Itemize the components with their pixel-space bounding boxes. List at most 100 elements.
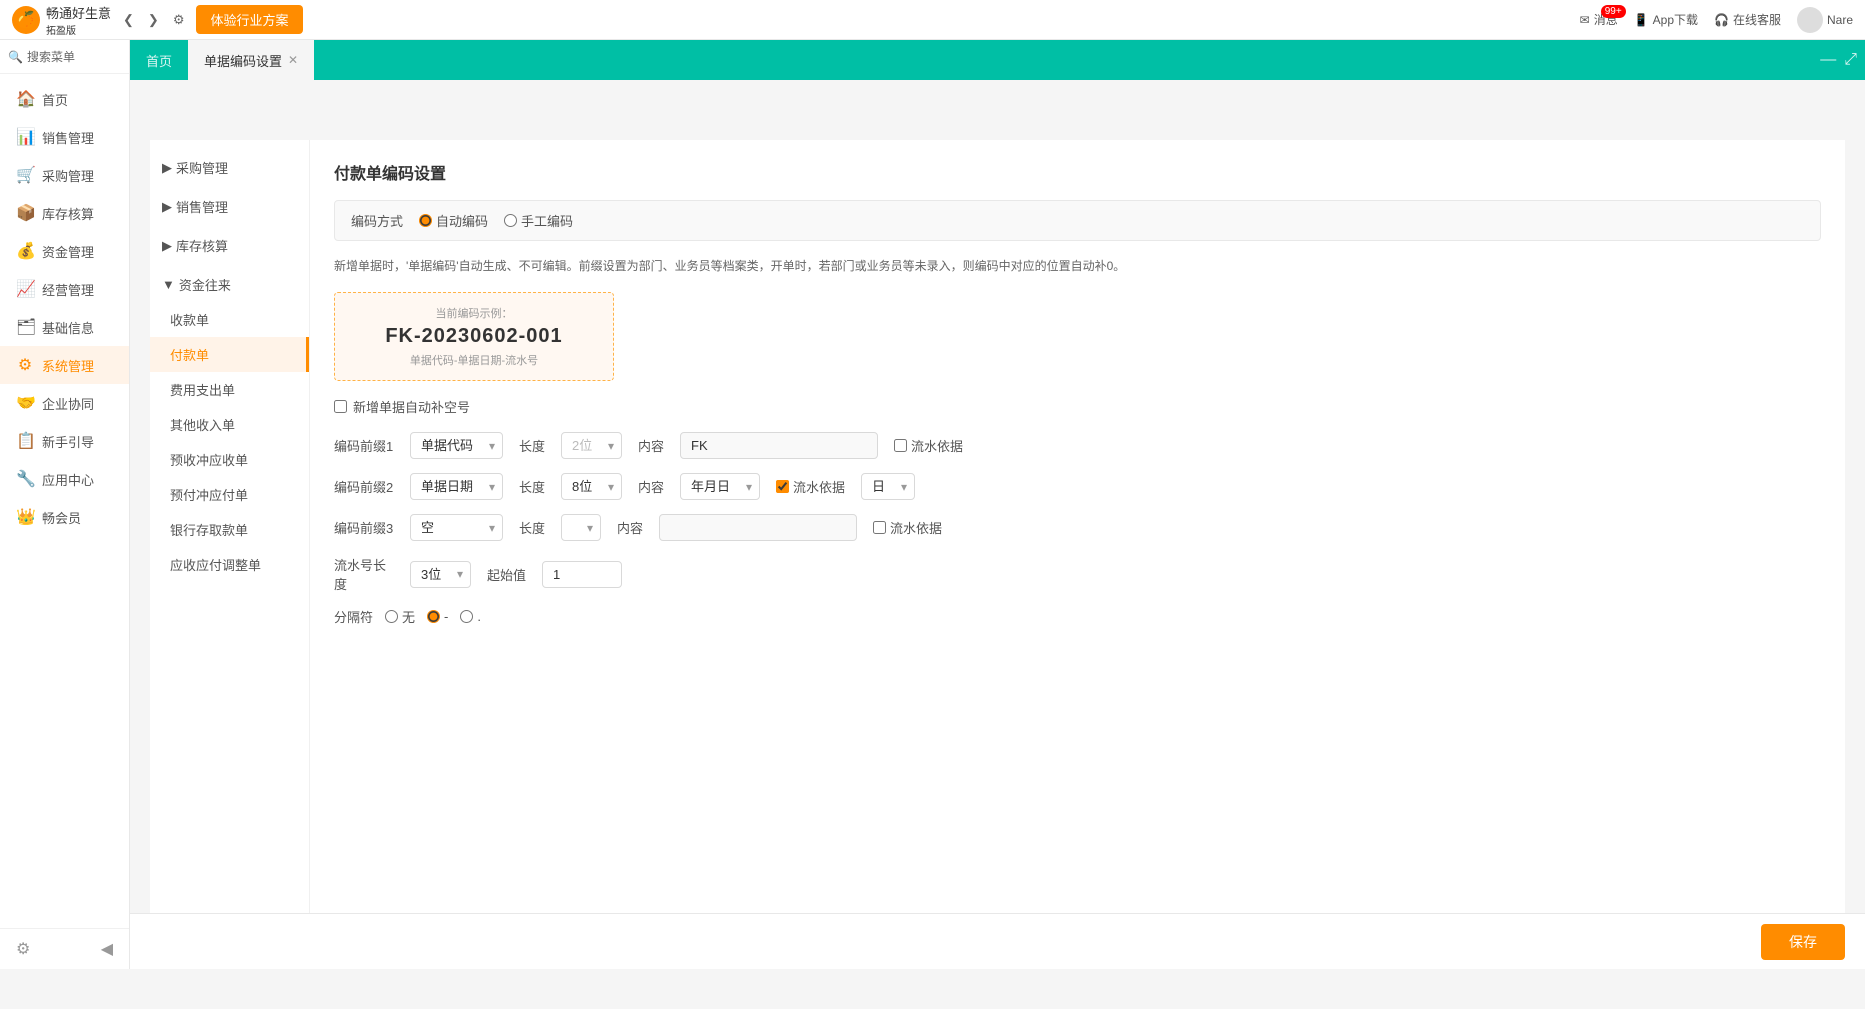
chevron-right-icon-2: ▶ [162,199,172,215]
user-info[interactable]: Nare [1797,7,1853,33]
secondary-sidebar: ▶ 采购管理 ▶ 销售管理 ▶ 库存核算 [150,140,310,969]
sec-nav-prepay-receive[interactable]: 预收冲应收单 [150,442,309,477]
auto-fill-label[interactable]: 新增单据自动补空号 [353,397,470,416]
guide-icon: 📋 [16,431,34,451]
manual-encoding-option[interactable]: 手工编码 [504,211,573,230]
sidebar-item-home[interactable]: 🏠 首页 [0,80,129,118]
sidebar-item-member[interactable]: 👑 畅会员 [0,498,129,536]
sec-nav-payment[interactable]: 付款单 [150,337,309,372]
sec-group-sales-header[interactable]: ▶ 销售管理 [150,189,309,224]
encoding-method-section: 编码方式 自动编码 手工编码 [334,200,1821,241]
sidebar-item-apps[interactable]: 🔧 应用中心 [0,460,129,498]
serial3-checkbox[interactable] [873,521,886,534]
top-bar-nav: ❮ ❯ ⚙ [119,10,188,30]
sep-hyphen-option[interactable]: - [427,609,448,624]
sidebar-item-operation[interactable]: 📈 经营管理 [0,270,129,308]
auto-encoding-radio[interactable] [419,214,432,227]
sidebar-item-enterprise[interactable]: 🤝 企业协同 [0,384,129,422]
sec-group-capital-header[interactable]: ▼ 资金往来 [150,267,309,302]
serial2-checkbox[interactable] [776,480,789,493]
sidebar-item-system[interactable]: ⚙ 系统管理 [0,346,129,384]
sep-none-option[interactable]: 无 [385,607,415,626]
length1-select[interactable]: 2位 3位 4位 [561,432,622,459]
finance-icon: 💰 [16,241,34,261]
nav-forward[interactable]: ❯ [144,10,163,30]
tab-expand-btn[interactable]: ⤢ [1844,51,1857,69]
serial-length-select[interactable]: 3位 4位 5位 [410,561,471,588]
system-icon: ⚙ [16,355,34,375]
length2-label: 长度 [519,477,545,496]
separator-label: 分隔符 [334,607,373,626]
sec-nav-adjust[interactable]: 应收应付调整单 [150,547,309,582]
encoding-radio-group: 自动编码 手工编码 [419,211,573,230]
serial-length-label: 流水号长度 [334,555,394,593]
sidebar-item-guide[interactable]: 📋 新手引导 [0,422,129,460]
tab-bar: 首页 单据编码设置 ✕ — ⤢ [130,40,1865,80]
sec-nav-other-income[interactable]: 其他收入单 [150,407,309,442]
tab-bar-actions: — ⤢ [1820,51,1865,69]
content2-select-wrapper: 年月日 年月 年 [680,473,760,500]
prefix2-row: 编码前缀2 单据日期 单据代码 长度 8位 6位 4位 [334,473,1821,500]
length2-select[interactable]: 8位 6位 4位 [561,473,622,500]
start-value-input[interactable] [542,561,622,588]
length3-select[interactable] [561,514,601,541]
sidebar-item-purchase[interactable]: 🛒 采购管理 [0,156,129,194]
sidebar-item-basic[interactable]: 🗂 基础信息 [0,308,129,346]
auto-encoding-option[interactable]: 自动编码 [419,211,488,230]
prefix1-label: 编码前缀1 [334,436,394,455]
content-wrapper: ▶ 采购管理 ▶ 销售管理 ▶ 库存核算 [150,140,1845,969]
online-service[interactable]: 🎧 在线客服 [1714,11,1781,28]
sidebar-item-inventory[interactable]: 📦 库存核算 [0,194,129,232]
search-menu[interactable]: 🔍 搜索菜单 [0,40,129,74]
brand-text: 畅通好生意 拓盈版 [46,3,111,37]
prefix1-select[interactable]: 单据代码 单据日期 部门 业务员 [410,432,503,459]
nav-settings-icon[interactable]: ⚙ [169,10,189,30]
sep-dot-radio[interactable] [460,610,473,623]
tab-minimize-btn[interactable]: — [1820,51,1836,69]
sidebar-item-finance[interactable]: 💰 资金管理 [0,232,129,270]
sec-group-purchase-header[interactable]: ▶ 采购管理 [150,150,309,185]
length1-label: 长度 [519,436,545,455]
prefix3-select[interactable]: 空 单据代码 单据日期 [410,514,503,541]
content1-label: 内容 [638,436,664,455]
content2-select[interactable]: 年月日 年月 年 [680,473,760,500]
auto-fill-checkbox[interactable] [334,400,347,413]
chevron-right-icon: ▶ [162,160,172,176]
prefix2-select[interactable]: 单据日期 单据代码 [410,473,503,500]
manual-encoding-radio[interactable] [504,214,517,227]
sec-group-capital: ▼ 资金往来 收款单 付款单 费用支出单 其他收入单 预收冲应收单 预付冲应付单… [150,267,309,582]
sec-nav-bank[interactable]: 银行存取款单 [150,512,309,547]
user-avatar [1797,7,1823,33]
sec-nav-expense[interactable]: 费用支出单 [150,372,309,407]
sec-nav-prepay-pay[interactable]: 预付冲应付单 [150,477,309,512]
search-menu-label: 搜索菜单 [27,48,75,65]
sep-hyphen-radio[interactable] [427,610,440,623]
serial3-checkbox-label: 流水依据 [873,518,942,537]
serial1-checkbox[interactable] [894,439,907,452]
sec-nav-receipt[interactable]: 收款单 [150,302,309,337]
tab-close-btn[interactable]: ✕ [288,53,298,67]
sidebar-item-sales[interactable]: 📊 销售管理 [0,118,129,156]
message-icon[interactable]: ✉ 消息 99+ [1580,11,1618,28]
app-download[interactable]: 📱 App下载 [1634,11,1698,28]
trial-button[interactable]: 体验行业方案 [196,5,302,34]
tab-encoding-settings[interactable]: 单据编码设置 ✕ [188,40,314,80]
nav-back[interactable]: ❮ [119,10,138,30]
sep-none-radio[interactable] [385,610,398,623]
brand: 🍊 畅通好生意 拓盈版 [12,3,111,37]
save-button[interactable]: 保存 [1761,924,1845,960]
collapse-btn[interactable]: ◀ [101,939,113,959]
apps-icon: 🔧 [16,469,34,489]
start-value-label: 起始值 [487,565,526,584]
settings-footer-btn[interactable]: ⚙ [16,939,30,959]
day-select[interactable]: 日 月 年 [861,473,915,500]
tab-home[interactable]: 首页 [130,40,188,80]
length3-label: 长度 [519,518,545,537]
serial2-checkbox-label: 流水依据 [776,477,845,496]
sec-group-inventory-header[interactable]: ▶ 库存核算 [150,228,309,263]
purchase-icon: 🛒 [16,165,34,185]
top-bar-left: 🍊 畅通好生意 拓盈版 ❮ ❯ ⚙ 体验行业方案 [12,3,303,37]
page-content: 付款单编码设置 编码方式 自动编码 手工编码 [310,140,1845,969]
enterprise-icon: 🤝 [16,393,34,413]
sep-dot-option[interactable]: . [460,609,481,624]
